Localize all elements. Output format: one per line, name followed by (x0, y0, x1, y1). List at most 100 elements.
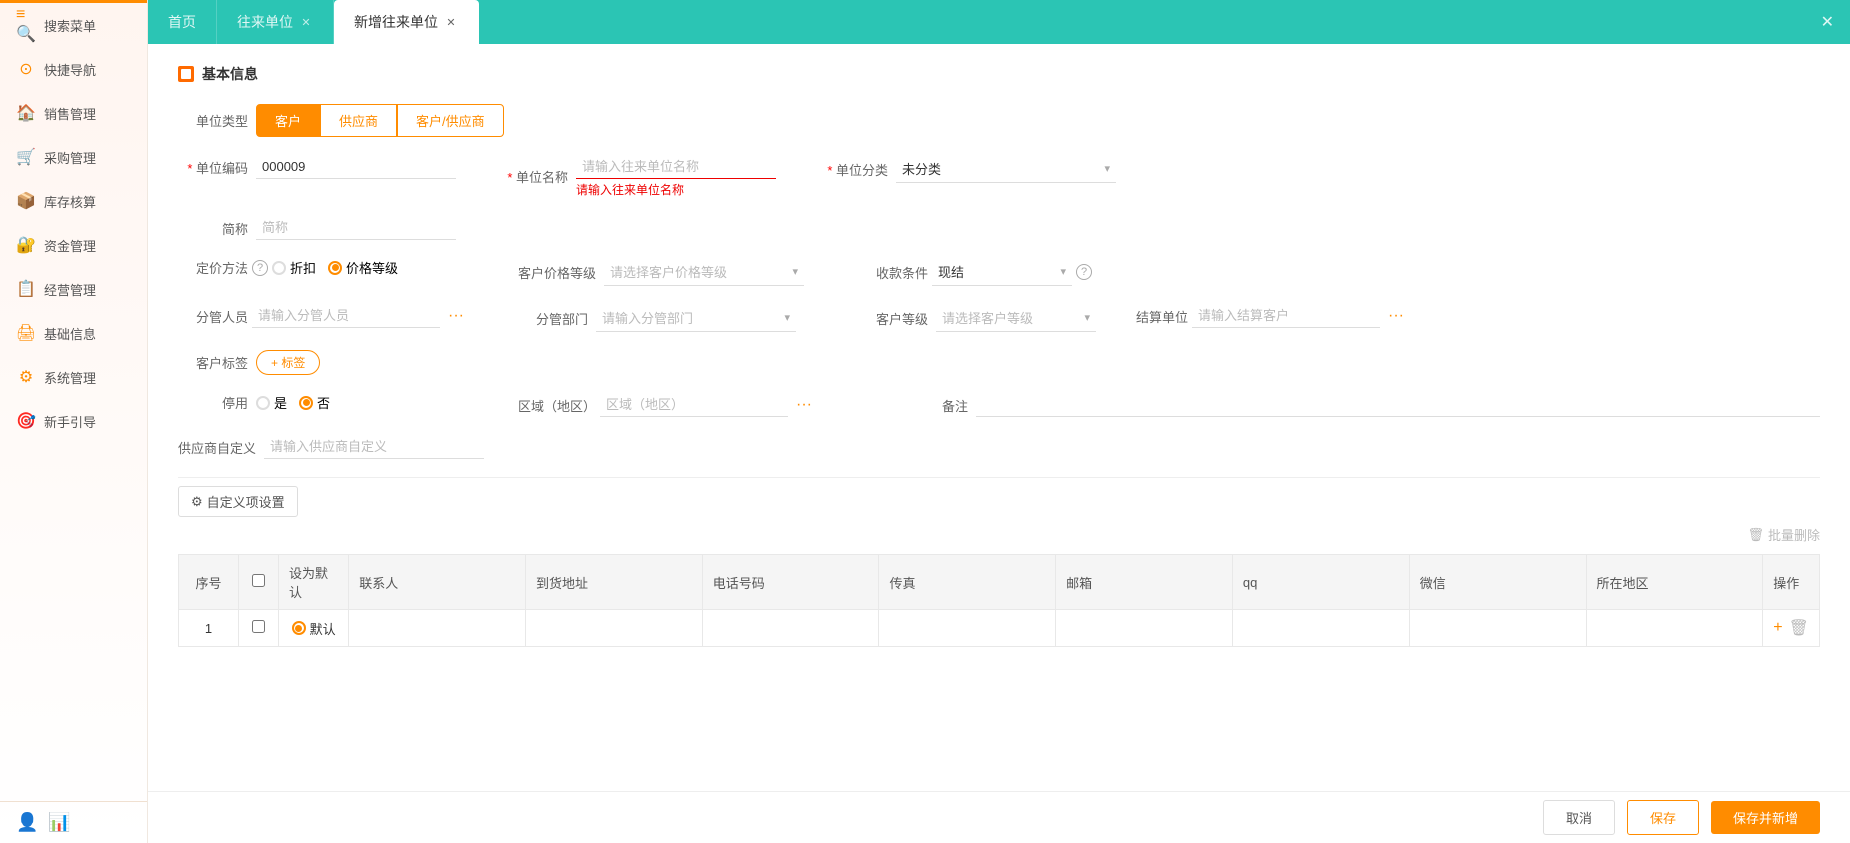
sidebar-item-basic[interactable]: 🖨 基础信息 (0, 311, 147, 355)
payment-terms-select[interactable]: 现结 ▾ (932, 258, 1072, 286)
unit-code-input[interactable] (256, 155, 456, 179)
radio-no[interactable]: 否 (299, 393, 330, 412)
add-row-button[interactable]: + (1773, 619, 1782, 637)
manager-input[interactable] (252, 304, 440, 328)
sidebar: ≡🔍 搜索菜单 ⊙ 快捷导航 🏠 销售管理 🛒 采购管理 📦 库存核算 🔐 资金… (0, 0, 148, 843)
sidebar-item-finance[interactable]: 🔐 资金管理 (0, 223, 147, 267)
department-chevron: ▾ (784, 311, 790, 324)
page-body: 基本信息 单位类型 客户 供应商 客户/供应商 单位编码 单位名称 (148, 44, 1850, 843)
row-email (1056, 610, 1233, 647)
sidebar-item-sales[interactable]: 🏠 销售管理 (0, 91, 147, 135)
sidebar-item-inventory[interactable]: 📦 库存核算 (0, 179, 147, 223)
settlement-unit-label: 结算单位 (1118, 307, 1188, 326)
customer-level-select[interactable]: 请选择客户等级 ▾ (936, 304, 1096, 332)
row-contact-input[interactable] (359, 621, 515, 636)
select-all-checkbox[interactable] (252, 574, 265, 587)
radio-price-level-circle (328, 261, 342, 275)
row-email-input[interactable] (1066, 621, 1222, 636)
sidebar-item-shortcut[interactable]: ⊙ 快捷导航 (0, 47, 147, 91)
pricing-radio-group: 折扣 价格等级 (272, 258, 398, 277)
guide-icon: 🎯 (16, 411, 36, 431)
save-new-button[interactable]: 保存并新增 (1711, 801, 1820, 834)
tab-home-label: 首页 (168, 12, 196, 32)
manager-group: 分管人员 ··· (178, 304, 518, 328)
region-input[interactable] (600, 393, 788, 417)
sidebar-item-label: 快捷导航 (44, 60, 96, 79)
batch-delete-label[interactable]: 批量删除 (1768, 525, 1820, 544)
payment-terms-value: 现结 (938, 262, 1056, 281)
row-fax-input[interactable] (889, 621, 1045, 636)
radio-price-level-label: 价格等级 (346, 258, 398, 277)
remark-label: 备注 (898, 396, 968, 415)
customer-tag-group: 客户标签 + 标签 (178, 350, 1820, 375)
settlement-unit-input[interactable] (1192, 304, 1380, 328)
th-qq: qq (1232, 555, 1409, 610)
tab-new-partner-close[interactable]: ✕ (444, 15, 458, 29)
customer-tag-row: 客户标签 + 标签 (178, 350, 1820, 375)
settlement-unit-ellipsis[interactable]: ··· (1384, 307, 1408, 325)
sidebar-item-guide[interactable]: 🎯 新手引导 (0, 399, 147, 443)
supplier-custom-input[interactable] (264, 435, 484, 459)
del-row-button[interactable]: 🗑 (1789, 618, 1809, 638)
remark-input[interactable] (976, 393, 1820, 417)
region-ellipsis[interactable]: ··· (792, 396, 816, 414)
row-address (526, 610, 703, 647)
operation-icon: 📋 (16, 279, 36, 299)
customer-price-level-group: 客户价格等级 请选择客户价格等级 ▾ (518, 258, 858, 286)
row-qq-input[interactable] (1243, 621, 1399, 636)
customer-price-level-select[interactable]: 请选择客户价格等级 ▾ (604, 258, 804, 286)
finance-icon: 🔐 (16, 235, 36, 255)
customer-level-group: 客户等级 请选择客户等级 ▾ (858, 304, 1118, 332)
manager-label: 分管人员 (178, 307, 248, 326)
pricing-method-group: 定价方法 ? 折扣 价格等级 (178, 258, 518, 277)
payment-terms-help-icon[interactable]: ? (1076, 264, 1092, 280)
supplier-custom-label: 供应商自定义 (178, 438, 256, 457)
sidebar-item-label: 资金管理 (44, 236, 96, 255)
type-btn-both[interactable]: 客户/供应商 (397, 104, 504, 137)
row-wechat-input[interactable] (1420, 621, 1576, 636)
sidebar-item-search[interactable]: ≡🔍 搜索菜单 (0, 3, 147, 47)
department-select[interactable]: 请输入分管部门 ▾ (596, 304, 796, 332)
department-label: 分管部门 (518, 309, 588, 328)
row-checkbox-input[interactable] (252, 620, 265, 633)
tab-home[interactable]: 首页 (148, 0, 217, 44)
tab-new-partner[interactable]: 新增往来单位 ✕ (334, 0, 479, 44)
type-btn-supplier[interactable]: 供应商 (320, 104, 397, 137)
tab-partners-close[interactable]: ✕ (299, 15, 313, 29)
row-default-radio[interactable]: 默认 (289, 619, 338, 638)
row-phone-input[interactable] (713, 621, 869, 636)
radio-discount[interactable]: 折扣 (272, 258, 316, 277)
row-region-input[interactable] (1597, 621, 1753, 636)
sidebar-item-purchase[interactable]: 🛒 采购管理 (0, 135, 147, 179)
manager-ellipsis[interactable]: ··· (444, 307, 468, 325)
save-button[interactable]: 保存 (1627, 800, 1699, 835)
pricing-help-icon[interactable]: ? (252, 260, 268, 276)
unit-category-select[interactable]: 未分类 ▾ (896, 155, 1116, 183)
radio-no-dot (303, 399, 310, 406)
unit-name-input[interactable] (576, 155, 776, 179)
sidebar-item-label: 系统管理 (44, 368, 96, 387)
row-address-input[interactable] (536, 621, 692, 636)
tab-partners[interactable]: 往来单位 ✕ (217, 0, 334, 44)
tab-bar-close-all[interactable]: ✕ (1805, 12, 1850, 32)
type-btn-customer[interactable]: 客户 (256, 104, 320, 137)
short-name-input[interactable] (256, 216, 456, 240)
radio-price-level[interactable]: 价格等级 (328, 258, 398, 277)
cancel-button[interactable]: 取消 (1543, 800, 1615, 835)
sidebar-item-label: 搜索菜单 (44, 16, 96, 35)
table-header: 序号 设为默认 联系人 到货地址 电话号码 传真 邮箱 qq 微信 所在地区 操… (179, 555, 1820, 610)
radio-yes[interactable]: 是 (256, 393, 287, 412)
sidebar-item-operation[interactable]: 📋 经营管理 (0, 267, 147, 311)
unit-name-group: 单位名称 请输入往来单位名称 (498, 155, 818, 198)
unit-type-label: 单位类型 (178, 111, 248, 130)
custom-settings-button[interactable]: ⚙ 自定义项设置 (178, 486, 298, 517)
table-body: 1 默认 (179, 610, 1820, 647)
sidebar-item-label: 采购管理 (44, 148, 96, 167)
row-qq (1232, 610, 1409, 647)
th-contact: 联系人 (349, 555, 526, 610)
sidebar-item-system[interactable]: ⚙ 系统管理 (0, 355, 147, 399)
row-phone (702, 610, 879, 647)
remark-group: 备注 (898, 393, 1820, 417)
divider (178, 477, 1820, 478)
add-tag-button[interactable]: + 标签 (256, 350, 320, 375)
